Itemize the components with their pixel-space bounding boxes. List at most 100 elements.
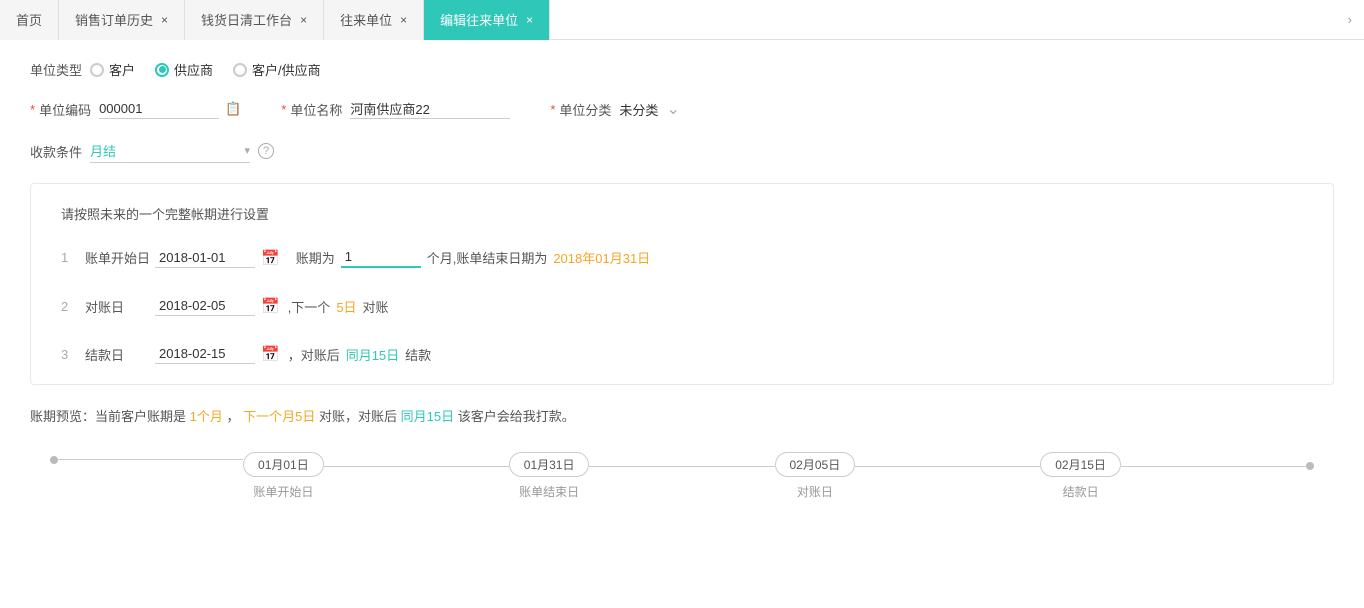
tab-partner-unit[interactable]: 往来单位 ×: [324, 0, 424, 40]
unit-category-group: * 单位分类 未分类 ⌄: [550, 99, 680, 119]
tab-edit-partner[interactable]: 编辑往来单位 ×: [424, 0, 550, 40]
calendar-icon-2[interactable]: 📅: [261, 297, 280, 315]
timeline-line-3: [589, 466, 774, 467]
close-cash-work[interactable]: ×: [300, 13, 307, 27]
period-input[interactable]: [341, 247, 421, 268]
tabs-bar: 首页 销售订单历史 × 钱货日清工作台 × 往来单位 × 编辑往来单位 × ›: [0, 0, 1364, 40]
payment-value: 月结: [90, 141, 238, 160]
tab-cash-work[interactable]: 钱货日清工作台 ×: [185, 0, 324, 40]
node-3-date: 02月05日: [775, 452, 856, 477]
required-star-category: *: [550, 102, 555, 117]
timeline-start-dot: [50, 452, 58, 464]
category-select[interactable]: 未分类 ⌄: [619, 99, 679, 119]
tab-home[interactable]: 首页: [0, 0, 59, 40]
node-3-label: 对账日: [797, 483, 833, 500]
payment-row: 收款条件 月结 ▾ ?: [30, 139, 1334, 163]
timeline-segment-2: [324, 452, 509, 467]
unit-type-radio-group: 客户 供应商 客户/供应商: [90, 60, 321, 79]
timeline-dot-start: [50, 456, 58, 464]
radio-circle-supplier: [155, 63, 169, 77]
node-2-label: 账单结束日: [519, 483, 579, 500]
timeline-segment-5: [1121, 452, 1306, 467]
row-label-1: 账单开始日: [85, 248, 155, 267]
settings-section: 请按照未来的一个完整帐期进行设置 1 账单开始日 📅 账期为 个月,账单结束日期…: [30, 183, 1334, 385]
close-sales-history[interactable]: ×: [161, 13, 168, 27]
period-label: 账期为: [296, 248, 335, 267]
payment-select[interactable]: 月结 ▾: [90, 139, 250, 163]
category-dropdown-arrow[interactable]: ⌄: [666, 99, 679, 119]
radio-label-both: 客户/供应商: [252, 60, 321, 79]
timeline-line-1: [58, 459, 243, 460]
timeline-dot-end: [1306, 462, 1314, 470]
tab-sales-history[interactable]: 销售订单历史 ×: [59, 0, 185, 40]
timeline-end-dot: [1306, 452, 1314, 470]
node-1-date: 01月01日: [243, 452, 324, 477]
radio-both[interactable]: 客户/供应商: [233, 60, 321, 79]
copy-icon[interactable]: 📋: [225, 101, 241, 117]
unit-name-group: * 单位名称: [281, 99, 510, 119]
main-content: 单位类型 客户 供应商 客户/供应商 * 单位编码 📋 * 单位名称: [0, 40, 1364, 608]
setting-row-2: 2 对账日 📅 ,下一个 5日 对账: [61, 296, 1303, 316]
reconcile-desc-prefix: ,下一个: [288, 297, 331, 316]
payment-dropdown-arrow: ▾: [244, 144, 250, 157]
preview-prefix: 账期预览：当前客户账期是: [30, 409, 186, 424]
preview-text: 账期预览：当前客户账期是 1个月 ， 下一个月5日 对账，对账后 同月15日 该…: [30, 405, 1334, 428]
help-icon[interactable]: ?: [258, 143, 274, 159]
payment-date-input[interactable]: [155, 344, 255, 364]
unit-type-row: 单位类型 客户 供应商 客户/供应商: [30, 60, 1334, 79]
unit-type-label: 单位类型: [30, 60, 82, 79]
timeline-node-4: 02月15日 结款日: [1040, 452, 1121, 500]
timeline-line-2: [324, 466, 509, 467]
close-partner-unit[interactable]: ×: [400, 13, 407, 27]
tab-more-button[interactable]: ›: [1336, 12, 1364, 27]
node-1-label: 账单开始日: [253, 483, 313, 500]
setting-row-1: 1 账单开始日 📅 账期为 个月,账单结束日期为 2018年01月31日: [61, 247, 1303, 268]
node-4-date: 02月15日: [1040, 452, 1121, 477]
row-label-2: 对账日: [85, 297, 155, 316]
unit-code-input[interactable]: [99, 99, 219, 119]
preview-sep1: ，: [227, 409, 240, 424]
unit-info-row: * 单位编码 📋 * 单位名称 * 单位分类 未分类 ⌄: [30, 99, 1334, 119]
payment-desc-highlight: 同月15日: [346, 345, 399, 364]
unit-code-label: 单位编码: [39, 100, 91, 119]
radio-supplier[interactable]: 供应商: [155, 60, 213, 79]
payment-desc-prefix: ，对账后: [288, 345, 340, 364]
timeline-line-5: [1121, 466, 1306, 467]
timeline-segment-4: [855, 452, 1040, 467]
preview-part1: 1个月: [190, 409, 223, 424]
calendar-icon-1[interactable]: 📅: [261, 249, 280, 267]
preview-suffix: 该客户会给我打款。: [458, 409, 575, 424]
period-unit: 个月,账单结束日期为: [427, 248, 548, 267]
timeline-line-4: [855, 466, 1040, 467]
payment-label: 收款条件: [30, 142, 82, 161]
required-star-code: *: [30, 102, 35, 117]
start-date-input[interactable]: [155, 248, 255, 268]
timeline-segment-3: [589, 452, 774, 467]
unit-code-group: * 单位编码 📋: [30, 99, 241, 119]
row-num-1: 1: [61, 250, 85, 265]
radio-label-customer: 客户: [109, 60, 135, 79]
preview-section: 账期预览：当前客户账期是 1个月 ， 下一个月5日 对账，对账后 同月15日 该…: [30, 405, 1334, 500]
radio-circle-customer: [90, 63, 104, 77]
unit-name-input[interactable]: [350, 99, 510, 119]
row-num-3: 3: [61, 347, 85, 362]
setting-row-3: 3 结款日 📅 ，对账后 同月15日 结款: [61, 344, 1303, 364]
close-edit-partner[interactable]: ×: [526, 13, 533, 27]
reconcile-desc-highlight: 5日: [336, 297, 356, 316]
unit-category-label: 单位分类: [559, 100, 611, 119]
timeline-node-3: 02月05日 对账日: [775, 452, 856, 500]
reconcile-desc-suffix: 对账: [363, 297, 389, 316]
radio-customer[interactable]: 客户: [90, 60, 135, 79]
period-end-date: 2018年01月31日: [553, 248, 650, 267]
preview-sep2: 对账，对账后: [319, 409, 397, 424]
node-2-date: 01月31日: [509, 452, 590, 477]
reconcile-date-input[interactable]: [155, 296, 255, 316]
section-title: 请按照未来的一个完整帐期进行设置: [61, 204, 1303, 223]
unit-name-label: 单位名称: [290, 100, 342, 119]
timeline: 01月01日 账单开始日 01月31日 账单结束日 02月05日 对账日 02月…: [30, 452, 1334, 500]
preview-part2: 下一个月5日: [243, 409, 315, 424]
payment-desc-suffix: 结款: [405, 345, 431, 364]
calendar-icon-3[interactable]: 📅: [261, 345, 280, 363]
radio-circle-both: [233, 63, 247, 77]
timeline-segment-1: [58, 452, 243, 460]
